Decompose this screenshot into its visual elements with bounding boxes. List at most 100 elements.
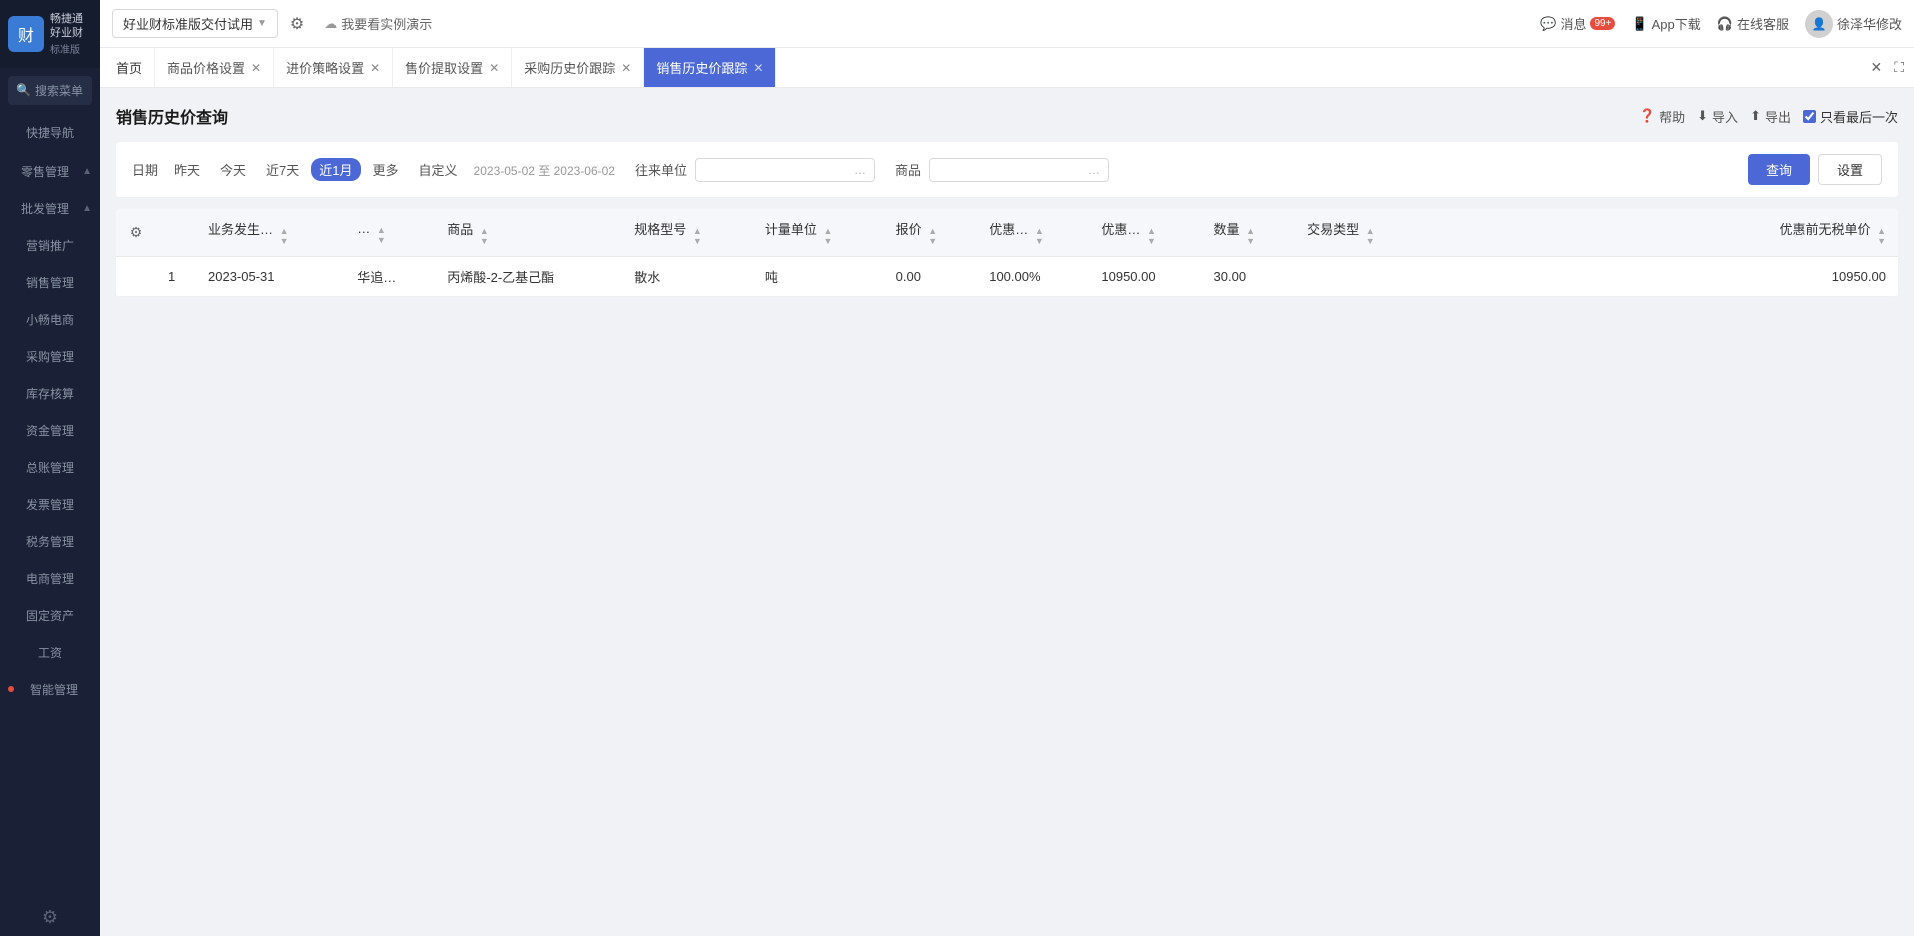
sort-icon: ▲▼ xyxy=(928,226,937,246)
table-header-unit[interactable]: 计量单位 ▲▼ xyxy=(753,209,884,257)
date-btn-yesterday[interactable]: 昨天 xyxy=(166,158,208,181)
table-header-spacer xyxy=(1426,209,1712,257)
sidebar-item-marketing[interactable]: 营销推广 xyxy=(0,227,100,264)
product-input[interactable]: … xyxy=(929,158,1109,182)
sort-icon: ▲▼ xyxy=(280,226,289,246)
app-logo-icon: 财 xyxy=(8,16,44,52)
sidebar-settings-button[interactable]: ⚙ xyxy=(42,907,58,928)
sidebar-item-finance[interactable]: 资金管理 xyxy=(0,412,100,449)
row-price: 0.00 xyxy=(884,257,978,297)
sidebar-search-area: 🔍 搜索菜单 xyxy=(0,68,100,113)
sidebar-item-invoice[interactable]: 发票管理 xyxy=(0,486,100,523)
date-btn-custom[interactable]: 自定义 xyxy=(411,158,466,181)
export-icon: ⬆ xyxy=(1750,108,1761,124)
tab-sales-history[interactable]: 销售历史价跟踪✕ xyxy=(644,48,776,88)
tab-close-icon[interactable]: ✕ xyxy=(489,61,499,75)
date-filter-group: 日期 昨天今天近7天近1月更多自定义 2023-05-02 至 2023-06-… xyxy=(132,158,615,181)
date-btn-more[interactable]: 更多 xyxy=(365,158,407,181)
partner-input[interactable]: … xyxy=(695,158,875,182)
dropdown-arrow-icon: ▼ xyxy=(257,18,267,29)
export-link[interactable]: ⬆ 导出 xyxy=(1750,107,1791,126)
sidebar-item-tax[interactable]: 税务管理 xyxy=(0,523,100,560)
table-header-discount2[interactable]: 优惠… ▲▼ xyxy=(1089,209,1201,257)
tab-close-icon[interactable]: ✕ xyxy=(251,61,261,75)
sidebar-item-ledger[interactable]: 总账管理 xyxy=(0,449,100,486)
sidebar-item-inventory[interactable]: 库存核算 xyxy=(0,375,100,412)
tab-purchase-history[interactable]: 采购历史价跟踪✕ xyxy=(512,48,644,88)
close-tab-button[interactable]: ✕ xyxy=(1864,59,1888,76)
tabs-container: 首页商品价格设置✕进价策略设置✕售价提取设置✕采购历史价跟踪✕销售历史价跟踪✕ xyxy=(104,48,1864,88)
sidebar-item-wholesale[interactable]: 批发管理▲ xyxy=(0,190,100,227)
sort-icon: ▲▼ xyxy=(693,226,702,246)
table-header-more[interactable]: … ▲▼ xyxy=(345,209,435,257)
only-last-checkbox-label[interactable]: 只看最后一次 xyxy=(1803,107,1898,126)
demo-icon: ☁ xyxy=(324,16,337,32)
sidebar-item-asset[interactable]: 固定资产 xyxy=(0,597,100,634)
partner-filter-group: 往来单位 … xyxy=(635,158,875,182)
table-header-price[interactable]: 报价 ▲▼ xyxy=(884,209,978,257)
partner-more-icon: … xyxy=(854,163,866,177)
user-name: 徐泽华修改 xyxy=(1837,14,1902,33)
app-edition: 标准版 xyxy=(50,41,92,56)
tab-purchase-strategy[interactable]: 进价策略设置✕ xyxy=(274,48,393,88)
date-btn-last1m[interactable]: 近1月 xyxy=(311,158,360,181)
sidebar-item-smart[interactable]: 智能管理 xyxy=(0,671,100,708)
online-support-button[interactable]: 🎧 在线客服 xyxy=(1717,14,1789,33)
page-title: 销售历史价查询 xyxy=(116,104,228,128)
only-last-checkbox[interactable] xyxy=(1803,110,1816,123)
help-link[interactable]: ❓ 帮助 xyxy=(1639,107,1685,126)
sidebar-item-ecom2[interactable]: 电商管理 xyxy=(0,560,100,597)
data-table: ⚙业务发生… ▲▼… ▲▼商品 ▲▼规格型号 ▲▼计量单位 ▲▼报价 ▲▼优惠…… xyxy=(116,209,1898,297)
version-selector[interactable]: 好业财标准版交付试用 ▼ xyxy=(112,9,278,38)
product-more-icon: … xyxy=(1088,163,1100,177)
nav-label: 批发管理 xyxy=(8,200,82,217)
table-header-spec[interactable]: 规格型号 ▲▼ xyxy=(622,209,753,257)
table-row[interactable]: 1 2023-05-31 华追… 丙烯酸-2-乙基己酯 散水 吨 0.00 10… xyxy=(116,257,1898,297)
tab-label: 售价提取设置 xyxy=(405,58,483,77)
nav-arrow-icon: ▲ xyxy=(82,166,92,177)
sidebar-bottom: ⚙ xyxy=(0,899,100,936)
filter-area: 日期 昨天今天近7天近1月更多自定义 2023-05-02 至 2023-06-… xyxy=(116,142,1898,197)
table-header-date[interactable]: 业务发生… ▲▼ xyxy=(196,209,345,257)
row-qty: 30.00 xyxy=(1202,257,1296,297)
nav-label: 电商管理 xyxy=(8,570,92,587)
tab-home[interactable]: 首页 xyxy=(104,48,155,88)
table-header-product[interactable]: 商品 ▲▼ xyxy=(435,209,622,257)
main-area: 好业财标准版交付试用 ▼ ⚙ ☁ 我要看实例演示 💬 消息 99+ 📱 App下… xyxy=(100,0,1914,936)
topbar-right: 💬 消息 99+ 📱 App下载 🎧 在线客服 👤 徐泽华修改 xyxy=(1540,10,1902,38)
table-header-pretax[interactable]: 优惠前无税单价 ▲▼ xyxy=(1711,209,1898,257)
row-gear xyxy=(116,257,156,297)
tab-price[interactable]: 商品价格设置✕ xyxy=(155,48,274,88)
app-download-button[interactable]: 📱 App下载 xyxy=(1631,14,1700,33)
import-link[interactable]: ⬇ 导入 xyxy=(1697,107,1738,126)
expand-tab-button[interactable]: ⛶ xyxy=(1888,59,1910,76)
tab-close-icon[interactable]: ✕ xyxy=(621,61,631,75)
topbar-settings-button[interactable]: ⚙ xyxy=(286,10,308,38)
nav-label: 智能管理 xyxy=(16,681,92,698)
filter-settings-button[interactable]: 设置 xyxy=(1818,154,1882,185)
date-btn-last7[interactable]: 近7天 xyxy=(258,158,307,181)
search-menu-button[interactable]: 🔍 搜索菜单 xyxy=(8,76,92,105)
sidebar-item-sales[interactable]: 销售管理 xyxy=(0,264,100,301)
row-pretax: 10950.00 xyxy=(1711,257,1898,297)
messages-button[interactable]: 💬 消息 99+ xyxy=(1540,14,1615,33)
sort-icon: ▲▼ xyxy=(1366,226,1375,246)
search-button[interactable]: 查询 xyxy=(1748,154,1810,185)
tab-sale-extract[interactable]: 售价提取设置 ✕ xyxy=(393,48,512,88)
sidebar-item-ecommerce[interactable]: 小畅电商 xyxy=(0,301,100,338)
column-settings-button[interactable]: ⚙ xyxy=(130,224,143,241)
sidebar-item-retail[interactable]: 零售管理▲ xyxy=(0,153,100,190)
table-header-txtype[interactable]: 交易类型 ▲▼ xyxy=(1295,209,1426,257)
sidebar-item-salary[interactable]: 工资 xyxy=(0,634,100,671)
table-header-discount1[interactable]: 优惠… ▲▼ xyxy=(977,209,1089,257)
nav-label: 总账管理 xyxy=(8,459,92,476)
sidebar-item-purchase[interactable]: 采购管理 xyxy=(0,338,100,375)
user-menu[interactable]: 👤 徐泽华修改 xyxy=(1805,10,1902,38)
tab-close-icon[interactable]: ✕ xyxy=(370,61,380,75)
date-btn-today[interactable]: 今天 xyxy=(212,158,254,181)
sort-icon: ▲▼ xyxy=(480,226,489,246)
table-header-qty[interactable]: 数量 ▲▼ xyxy=(1202,209,1296,257)
tab-close-icon[interactable]: ✕ xyxy=(753,61,763,75)
demo-link[interactable]: ☁ 我要看实例演示 xyxy=(324,14,432,33)
help-icon: ❓ xyxy=(1639,108,1655,124)
